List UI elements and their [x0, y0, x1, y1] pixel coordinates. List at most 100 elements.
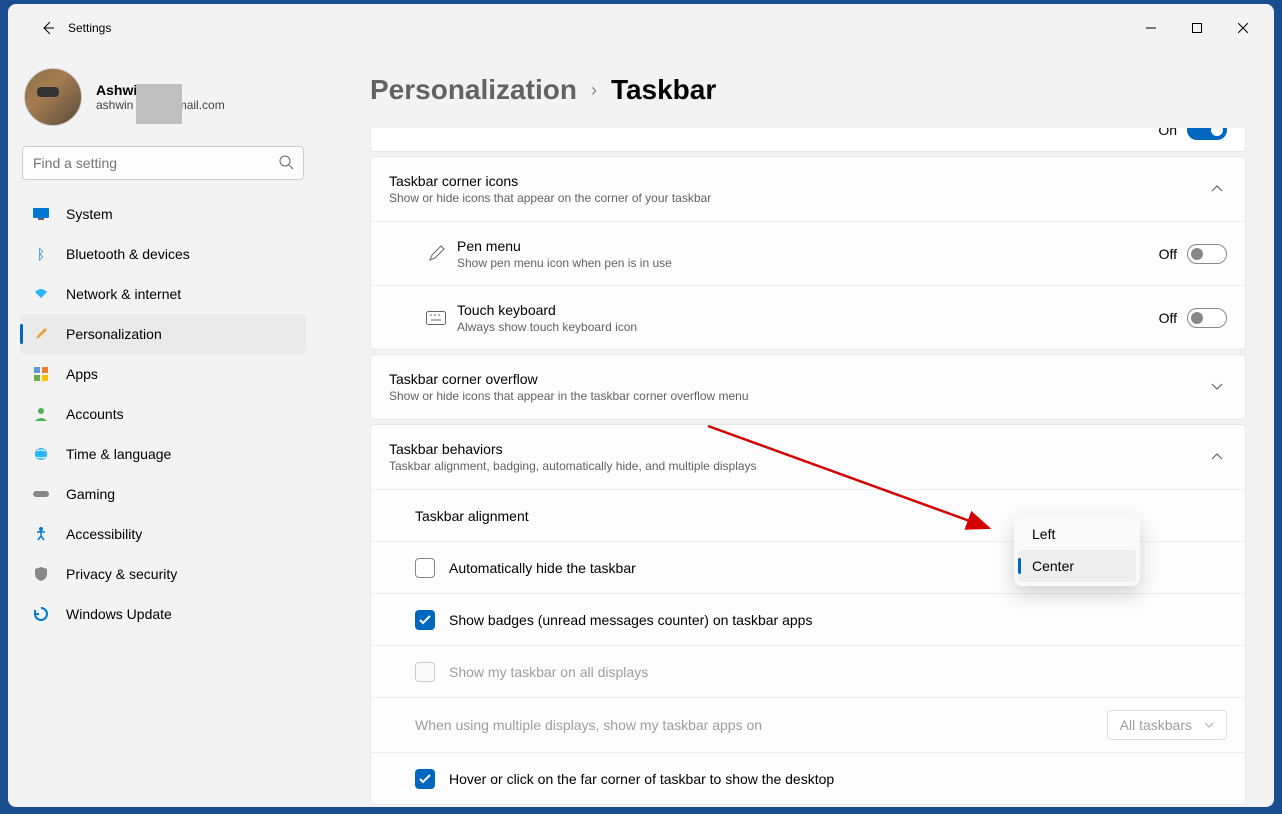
- setting-label: Hover or click on the far corner of task…: [449, 771, 834, 787]
- sidebar-item-label: Bluetooth & devices: [66, 246, 190, 262]
- setting-label: Automatically hide the taskbar: [449, 560, 636, 576]
- sidebar-item-label: Windows Update: [66, 606, 172, 622]
- sidebar-item-label: Time & language: [66, 446, 171, 462]
- setting-row-badges: Show badges (unread messages counter) on…: [371, 593, 1245, 645]
- setting-row-widgets[interactable]: On: [370, 128, 1246, 152]
- close-button[interactable]: [1220, 13, 1266, 43]
- check-icon: [419, 774, 431, 784]
- setting-title: Touch keyboard: [457, 302, 1159, 318]
- setting-label: Taskbar alignment: [415, 508, 529, 524]
- redaction-block: [136, 84, 182, 124]
- alignment-dropdown-menu: Left Center: [1014, 514, 1140, 586]
- setting-title: Pen menu: [457, 238, 1159, 254]
- sidebar-item-accessibility[interactable]: Accessibility: [20, 514, 306, 554]
- sidebar-item-time[interactable]: Time & language: [20, 434, 306, 474]
- dropdown-value: All taskbars: [1120, 717, 1192, 733]
- maximize-button[interactable]: [1174, 13, 1220, 43]
- display-icon: [32, 208, 50, 220]
- gamepad-icon: [32, 489, 50, 499]
- multidisplay-dropdown: All taskbars: [1107, 710, 1227, 740]
- sidebar-item-label: Apps: [66, 366, 98, 382]
- chevron-down-icon[interactable]: [1207, 378, 1227, 396]
- sidebar-item-label: System: [66, 206, 113, 222]
- setting-row-pen-menu: Pen menu Show pen menu icon when pen is …: [371, 221, 1245, 285]
- person-icon: [32, 407, 50, 421]
- toggle-label: Off: [1159, 310, 1177, 326]
- page-title: Taskbar: [611, 74, 716, 106]
- sidebar-item-label: Personalization: [66, 326, 162, 342]
- setting-label: Show badges (unread messages counter) on…: [449, 612, 812, 628]
- sidebar-item-apps[interactable]: Apps: [20, 354, 306, 394]
- setting-desc: Show pen menu icon when pen is in use: [457, 256, 1159, 270]
- user-profile[interactable]: Ashwi ashwin otmail.com: [20, 52, 306, 146]
- maximize-icon: [1192, 23, 1202, 33]
- sidebar-item-label: Privacy & security: [66, 566, 177, 582]
- setting-row-all-displays: Show my taskbar on all displays: [371, 645, 1245, 697]
- dropdown-option-center[interactable]: Center: [1018, 550, 1136, 582]
- sidebar-item-system[interactable]: System: [20, 194, 306, 234]
- setting-label: When using multiple displays, show my ta…: [415, 717, 1107, 733]
- section-desc: Show or hide icons that appear in the ta…: [389, 389, 1207, 403]
- setting-label: Show my taskbar on all displays: [449, 664, 648, 680]
- brush-icon: [32, 326, 50, 342]
- sidebar-item-personalization[interactable]: Personalization: [20, 314, 306, 354]
- sidebar-item-privacy[interactable]: Privacy & security: [20, 554, 306, 594]
- chevron-up-icon[interactable]: [1207, 180, 1227, 198]
- search-icon: [278, 154, 294, 175]
- accessibility-icon: [32, 527, 50, 541]
- sidebar-item-bluetooth[interactable]: ᛒ Bluetooth & devices: [20, 234, 306, 274]
- breadcrumb-parent[interactable]: Personalization: [370, 74, 577, 106]
- pen-menu-toggle[interactable]: [1187, 244, 1227, 264]
- setting-desc: Always show touch keyboard icon: [457, 320, 1159, 334]
- search-input[interactable]: [22, 146, 304, 180]
- section-title: Taskbar corner icons: [389, 173, 1207, 189]
- badges-checkbox[interactable]: [415, 610, 435, 630]
- back-arrow-icon: [40, 20, 56, 36]
- keyboard-icon: [415, 311, 457, 325]
- all-displays-checkbox: [415, 662, 435, 682]
- autohide-checkbox[interactable]: [415, 558, 435, 578]
- pen-icon: [415, 245, 457, 263]
- far-corner-checkbox[interactable]: [415, 769, 435, 789]
- sidebar-item-label: Accessibility: [66, 526, 142, 542]
- check-icon: [419, 615, 431, 625]
- close-icon: [1238, 23, 1248, 33]
- section-title: Taskbar corner overflow: [389, 371, 1207, 387]
- sidebar-item-label: Accounts: [66, 406, 124, 422]
- sidebar-item-label: Gaming: [66, 486, 115, 502]
- setting-row-far-corner: Hover or click on the far corner of task…: [371, 752, 1245, 804]
- globe-icon: [32, 447, 50, 461]
- sidebar-item-accounts[interactable]: Accounts: [20, 394, 306, 434]
- touch-keyboard-toggle[interactable]: [1187, 308, 1227, 328]
- chevron-down-icon: [1204, 722, 1214, 728]
- update-icon: [32, 607, 50, 621]
- widgets-toggle[interactable]: [1187, 128, 1227, 140]
- apps-icon: [32, 367, 50, 381]
- sidebar-item-gaming[interactable]: Gaming: [20, 474, 306, 514]
- toggle-label: On: [1158, 128, 1177, 138]
- bluetooth-icon: ᛒ: [32, 246, 50, 262]
- minimize-icon: [1146, 23, 1156, 33]
- section-title: Taskbar behaviors: [389, 441, 1207, 457]
- section-header-corner-overflow[interactable]: Taskbar corner overflow Show or hide ico…: [371, 355, 1245, 419]
- setting-row-touch-keyboard: Touch keyboard Always show touch keyboar…: [371, 285, 1245, 349]
- section-header-corner-icons[interactable]: Taskbar corner icons Show or hide icons …: [371, 157, 1245, 221]
- sidebar-item-update[interactable]: Windows Update: [20, 594, 306, 634]
- setting-row-multidisplay: When using multiple displays, show my ta…: [371, 697, 1245, 752]
- section-desc: Taskbar alignment, badging, automaticall…: [389, 459, 1207, 473]
- chevron-right-icon: ›: [591, 80, 597, 101]
- sidebar-item-label: Network & internet: [66, 286, 181, 302]
- window-title: Settings: [68, 21, 111, 35]
- minimize-button[interactable]: [1128, 13, 1174, 43]
- chevron-up-icon[interactable]: [1207, 448, 1227, 466]
- wifi-icon: [32, 288, 50, 300]
- breadcrumb: Personalization › Taskbar: [370, 74, 1246, 106]
- section-header-behaviors[interactable]: Taskbar behaviors Taskbar alignment, bad…: [371, 425, 1245, 489]
- section-desc: Show or hide icons that appear on the co…: [389, 191, 1207, 205]
- toggle-label: Off: [1159, 246, 1177, 262]
- sidebar-item-network[interactable]: Network & internet: [20, 274, 306, 314]
- back-button[interactable]: [30, 10, 66, 46]
- dropdown-option-left[interactable]: Left: [1018, 518, 1136, 550]
- shield-icon: [32, 567, 50, 581]
- avatar: [24, 68, 82, 126]
